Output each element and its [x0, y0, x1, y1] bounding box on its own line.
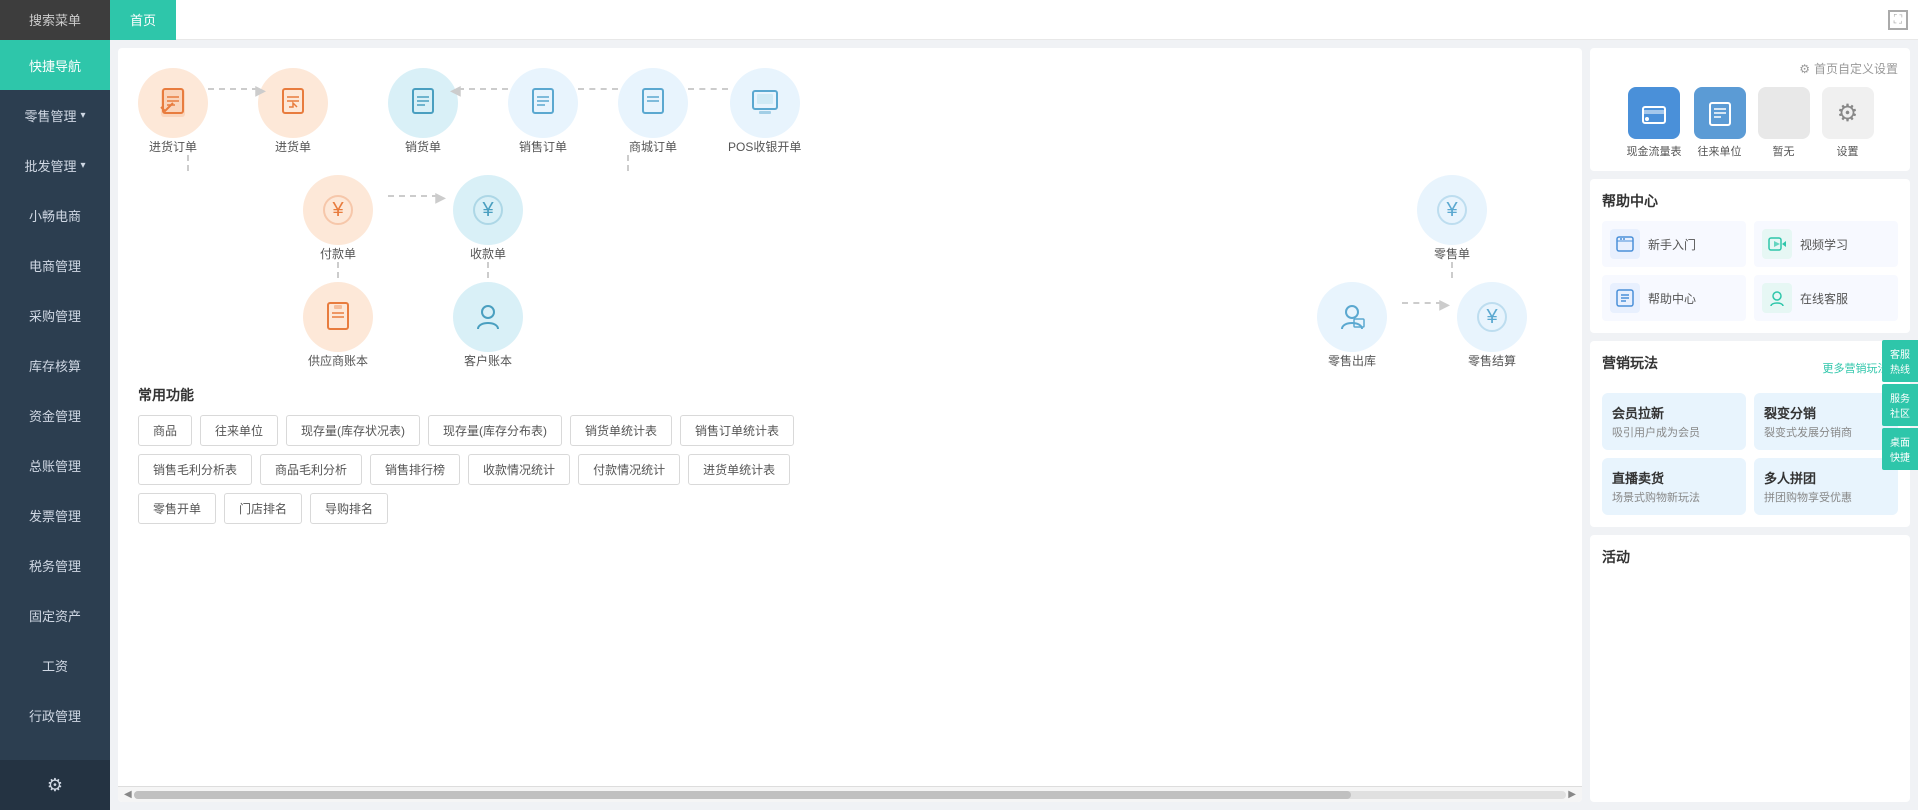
func-btn-receipt-stat[interactable]: 收款情况统计 — [468, 454, 570, 485]
activity-title: 活动 — [1602, 547, 1898, 567]
sidebar-item-salary[interactable]: 工资 — [0, 640, 110, 690]
marketing-item-livestream[interactable]: 直播卖货 场景式购物新玩法 — [1602, 458, 1746, 515]
func-btn-sales-profit[interactable]: 销售毛利分析表 — [138, 454, 252, 485]
marketing-section: 营销玩法 更多营销玩法 > 会员拉新 吸引用户成为会员 裂变分销 裂变式发展分销… — [1590, 341, 1910, 527]
marketing-item-member[interactable]: 会员拉新 吸引用户成为会员 — [1602, 393, 1746, 450]
nav-icon-cashflow[interactable]: 现金流量表 — [1627, 87, 1682, 159]
settings-button[interactable]: ⚙ — [0, 760, 110, 810]
fullscreen-button[interactable]: ⛶ — [1888, 10, 1908, 30]
quick-nav-section: ⚙ 首页自定义设置 现金流量表 — [1590, 48, 1910, 171]
func-btn-store-rank[interactable]: 门店排名 — [224, 493, 302, 524]
func-buttons-row2: 销售毛利分析表 商品毛利分析 销售排行榜 收款情况统计 付款情况统计 进货单统计… — [138, 454, 1562, 485]
func-buttons-row3: 零售开单 门店排名 导购排名 — [138, 493, 1562, 524]
quick-nav-title: ⚙ 首页自定义设置 — [1602, 60, 1898, 77]
nav-icon-settings[interactable]: ⚙ 设置 — [1822, 87, 1874, 159]
help-item-online-support[interactable]: 在线客服 — [1754, 275, 1898, 321]
func-btn-guide-rank[interactable]: 导购排名 — [310, 493, 388, 524]
nav-icon-empty[interactable]: 暂无 — [1758, 87, 1810, 159]
func-btn-inventory-dist[interactable]: 现存量(库存分布表) — [428, 415, 562, 446]
func-btn-retail-order[interactable]: 零售开单 — [138, 493, 216, 524]
node-retail-settlement[interactable]: ¥ 零售结算 — [1442, 282, 1542, 369]
marketing-grid: 会员拉新 吸引用户成为会员 裂变分销 裂变式发展分销商 直播卖货 场景式购物新玩… — [1602, 393, 1898, 515]
func-btn-payment-stat[interactable]: 付款情况统计 — [578, 454, 680, 485]
workflow-panel: 进货订单 ▶ 进货单 — [118, 48, 1582, 802]
float-btn-hotline[interactable]: 客服热线 — [1882, 340, 1918, 382]
float-btn-desktop[interactable]: 桌面快捷 — [1882, 428, 1918, 470]
scroll-right-arrow[interactable]: ▶ — [1566, 789, 1578, 800]
func-btn-sales-order-stat[interactable]: 销售订单统计表 — [680, 415, 794, 446]
sidebar-item-retail[interactable]: 零售管理 ▾ — [0, 90, 110, 140]
sidebar-item-inventory[interactable]: 库存核算 — [0, 340, 110, 390]
node-receipt[interactable]: ¥ 收款单 — [438, 175, 538, 262]
sidebar: 快捷导航 零售管理 ▾ 批发管理 ▾ 小畅电商 电商管理 采购管理 库存核算 资… — [0, 40, 110, 810]
scroll-left-arrow[interactable]: ◀ — [122, 789, 134, 800]
help-center-title: 帮助中心 — [1602, 191, 1898, 211]
scroll-bar[interactable]: ◀ ▶ — [118, 786, 1582, 802]
func-btn-goods-profit[interactable]: 商品毛利分析 — [260, 454, 362, 485]
nav-icon-units[interactable]: 往来单位 — [1694, 87, 1746, 159]
gear-icon: ⚙ — [1799, 62, 1810, 76]
gear-icon: ⚙ — [47, 775, 63, 796]
sidebar-item-fixed-assets[interactable]: 固定资产 — [0, 590, 110, 640]
common-functions: 常用功能 商品 往来单位 现存量(库存状况表) 现存量(库存分布表) 销货单统计… — [138, 385, 1562, 524]
sidebar-item-quick-nav[interactable]: 快捷导航 — [0, 40, 110, 90]
marketing-item-fission[interactable]: 裂变分销 裂变式发展分销商 — [1754, 393, 1898, 450]
marketing-header: 营销玩法 更多营销玩法 > — [1602, 353, 1898, 383]
search-menu-button[interactable]: 搜索菜单 — [0, 0, 110, 40]
settings-icon: ⚙ — [1837, 99, 1859, 128]
node-purchase-order[interactable]: 进货订单 — [138, 68, 208, 155]
sidebar-item-wholesale[interactable]: 批发管理 ▾ — [0, 140, 110, 190]
svg-text:¥: ¥ — [481, 199, 494, 221]
func-btn-sales-rank[interactable]: 销售排行榜 — [370, 454, 460, 485]
sidebar-item-tax[interactable]: 税务管理 — [0, 540, 110, 590]
quick-nav-icons: 现金流量表 往来单位 暂无 — [1602, 87, 1898, 159]
node-payment[interactable]: ¥ 付款单 — [288, 175, 388, 262]
svg-text:¥: ¥ — [331, 199, 344, 221]
func-buttons-row1: 商品 往来单位 现存量(库存状况表) 现存量(库存分布表) 销货单统计表 销售订… — [138, 415, 1562, 446]
node-customer-ledger[interactable]: 客户账本 — [438, 282, 538, 369]
help-grid: 新手入门 视频学习 帮助中心 — [1602, 221, 1898, 321]
chevron-down-icon: ▾ — [80, 160, 85, 171]
sidebar-item-ledger[interactable]: 总账管理 — [0, 440, 110, 490]
marketing-item-group-buy[interactable]: 多人拼团 拼团购物享受优惠 — [1754, 458, 1898, 515]
node-retail-slip[interactable]: ¥ 零售单 — [1402, 175, 1502, 262]
help-center-section: 帮助中心 新手入门 视频学习 — [1590, 179, 1910, 333]
help-item-help[interactable]: 帮助中心 — [1602, 275, 1746, 321]
node-retail-outbound[interactable]: 零售出库 — [1302, 282, 1402, 369]
svg-text:¥: ¥ — [1445, 199, 1458, 221]
func-btn-purchase-stat[interactable]: 进货单统计表 — [688, 454, 790, 485]
node-sales-order[interactable]: 销售订单 — [508, 68, 578, 155]
svg-text:¥: ¥ — [1485, 306, 1498, 328]
node-supplier-ledger[interactable]: 供应商账本 — [288, 282, 388, 369]
float-buttons: 客服热线 服务社区 桌面快捷 — [1882, 340, 1918, 470]
sidebar-item-capital[interactable]: 资金管理 — [0, 390, 110, 440]
chevron-down-icon: ▾ — [80, 110, 85, 121]
sidebar-item-admin[interactable]: 行政管理 — [0, 690, 110, 740]
activity-section: 活动 — [1590, 535, 1910, 802]
func-btn-inventory-status[interactable]: 现存量(库存状况表) — [286, 415, 420, 446]
node-mall-order[interactable]: 商城订单 — [618, 68, 688, 155]
sidebar-item-ecommerce-mgmt[interactable]: 电商管理 — [0, 240, 110, 290]
func-btn-goods[interactable]: 商品 — [138, 415, 192, 446]
node-purchase-slip[interactable]: 进货单 — [258, 68, 328, 155]
sidebar-item-ecommerce[interactable]: 小畅电商 — [0, 190, 110, 240]
float-btn-community[interactable]: 服务社区 — [1882, 384, 1918, 426]
sidebar-item-invoice[interactable]: 发票管理 — [0, 490, 110, 540]
func-btn-sales-stat[interactable]: 销货单统计表 — [570, 415, 672, 446]
marketing-title: 营销玩法 — [1602, 353, 1658, 373]
right-panel: ⚙ 首页自定义设置 现金流量表 — [1590, 48, 1910, 802]
node-pos[interactable]: POS收银开单 — [728, 68, 801, 155]
home-tab[interactable]: 首页 — [110, 0, 176, 40]
common-func-title: 常用功能 — [138, 385, 1562, 405]
help-item-video[interactable]: 视频学习 — [1754, 221, 1898, 267]
sidebar-item-purchase[interactable]: 采购管理 — [0, 290, 110, 340]
node-sales-slip[interactable]: 销货单 — [388, 68, 458, 155]
help-item-beginner[interactable]: 新手入门 — [1602, 221, 1746, 267]
func-btn-units[interactable]: 往来单位 — [200, 415, 278, 446]
